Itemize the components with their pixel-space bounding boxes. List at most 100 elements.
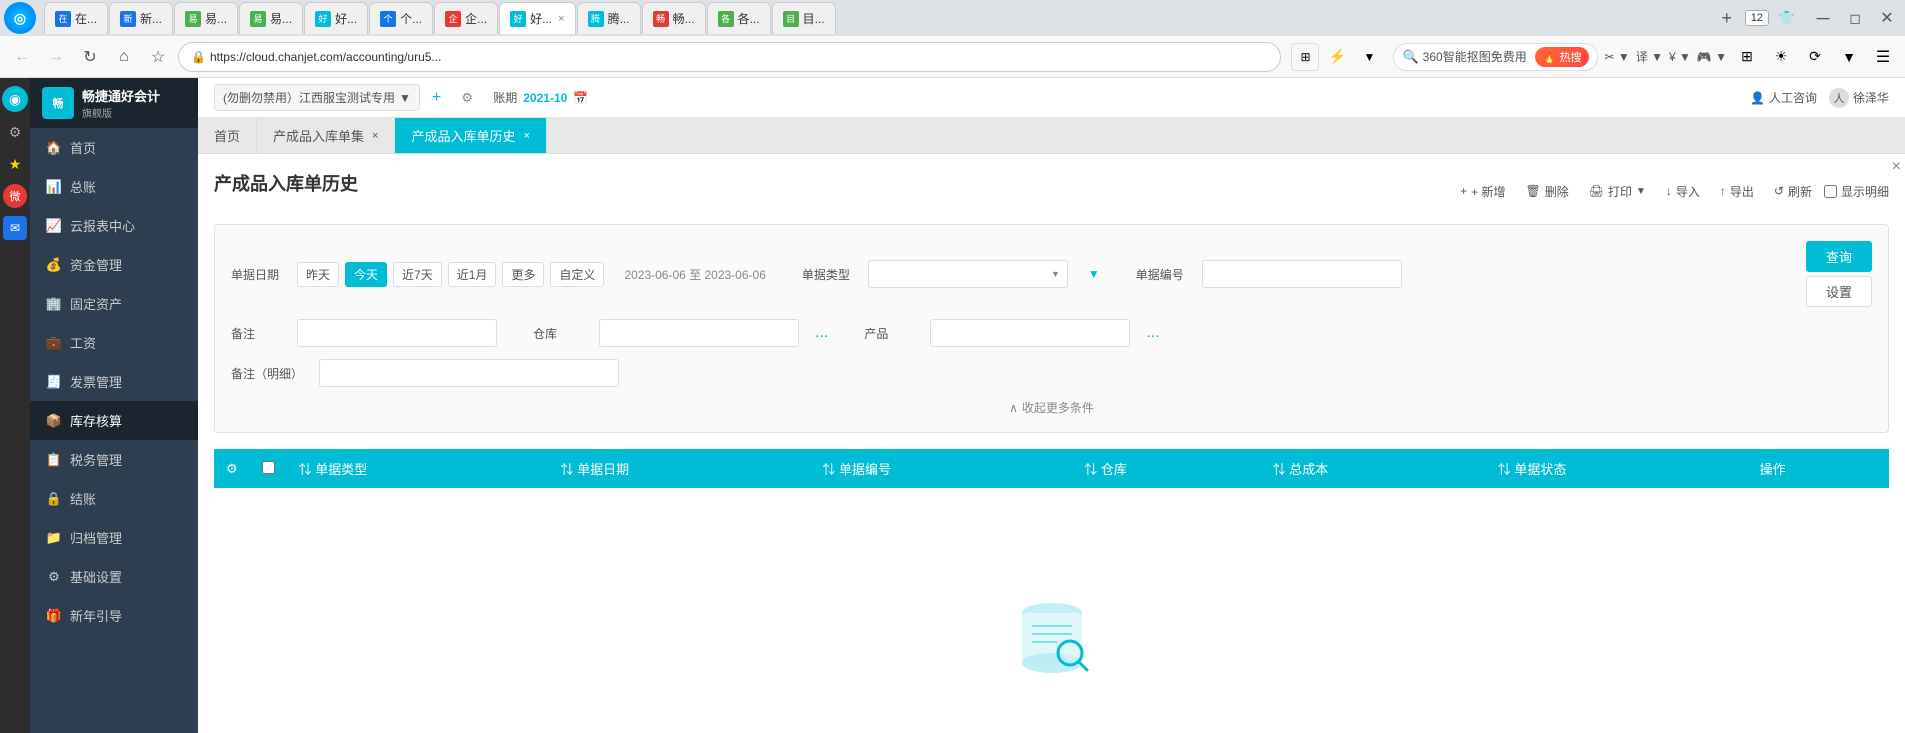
lightning-icon[interactable]: ⚡ [1323,43,1351,71]
topbar-settings-icon[interactable]: ⚙ [453,84,481,112]
browser-tab-3[interactable]: 易 易... [174,2,238,34]
browser-tab-1[interactable]: 在 在... [44,2,108,34]
table-col-checkbox[interactable] [250,449,287,488]
sidebar-item-invoice[interactable]: 🧾 发票管理 [30,362,198,401]
page-tab-history-close-icon[interactable]: × [523,130,529,142]
sidebar-item-new-year[interactable]: 🎁 新年引导 [30,596,198,635]
sidebar-item-archive[interactable]: 📁 归档管理 [30,518,198,557]
forward-button[interactable]: → [42,43,70,71]
table-col-total-cost[interactable]: ⇅ 总成本 [1261,449,1486,488]
browser-tab-11[interactable]: 各 各... [707,2,771,34]
warehouse-ellipsis[interactable]: ... [815,324,828,342]
filter-settings-button[interactable]: 设置 [1806,276,1872,307]
maximize-button[interactable]: ◻ [1841,4,1869,32]
browser-tab-12[interactable]: 目 目... [772,2,836,34]
date-btn-7days[interactable]: 近7天 [393,262,442,287]
more-tool[interactable]: ▼ [1835,43,1863,71]
export-button[interactable]: ↑ 导出 [1712,179,1762,204]
browser-tab-10[interactable]: 畅 畅... [642,2,706,34]
select-all-checkbox[interactable] [262,461,275,474]
translate-tool[interactable]: 译 ▼ [1636,48,1663,65]
hot-search-badge[interactable]: 🔥 热搜 [1535,47,1590,67]
new-tab-button[interactable]: + [1713,4,1741,32]
panel-close-button[interactable]: × [1892,158,1901,176]
sidebar-item-reports[interactable]: 📈 云报表中心 [30,206,198,245]
menu-tool[interactable]: ☰ [1869,43,1897,71]
layout-tool[interactable]: ⊞ [1733,43,1761,71]
sidebar-item-closing[interactable]: 🔒 结账 [30,479,198,518]
page-tab-list-close-icon[interactable]: × [372,130,378,142]
sidebar-item-basic-settings[interactable]: ⚙ 基础设置 [30,557,198,596]
sidebar-weibo-icon[interactable]: 微 [3,184,27,208]
note-input[interactable] [297,319,497,347]
sidebar-item-home[interactable]: 🏠 首页 [30,128,198,167]
sidebar-item-tax[interactable]: 📋 税务管理 [30,440,198,479]
date-btn-today[interactable]: 今天 [345,262,387,287]
sidebar-item-salary[interactable]: 💼 工资 [30,323,198,362]
date-btn-custom[interactable]: 自定义 [550,262,604,287]
product-input[interactable] [930,319,1130,347]
date-btn-1month[interactable]: 近1月 [448,262,497,287]
print-button[interactable]: 🖨 打印 ▼ [1581,179,1654,204]
scissors-tool[interactable]: ✂ ▼ [1604,50,1629,64]
address-bar[interactable]: 🔒 https://cloud.chanjet.com/accounting/u… [178,42,1281,72]
add-button[interactable]: + + 新增 [1452,179,1513,204]
calendar-icon[interactable]: 📅 [573,91,588,105]
sidebar-item-inventory[interactable]: 📦 库存核算 [30,401,198,440]
page-tab-home[interactable]: 首页 [198,118,257,153]
sidebar-star-icon[interactable]: ★ [3,152,27,176]
table-col-doc-no[interactable]: ⇅ 单据编号 [810,449,1072,488]
close-button[interactable]: ✕ [1873,4,1901,32]
sidebar-settings-icon[interactable]: ⚙ [3,120,27,144]
table-col-doc-type[interactable]: ⇅ 单据类型 [287,449,549,488]
game-tool[interactable]: 🎮 ▼ [1697,50,1727,64]
sidebar-item-assets[interactable]: 🏢 固定资产 [30,284,198,323]
page-tab-list[interactable]: 产成品入库单集 × [257,118,395,153]
doc-type-select[interactable] [868,260,1068,288]
date-btn-yesterday[interactable]: 昨天 [297,262,339,287]
collapse-button[interactable]: ∧ 收起更多条件 [231,399,1872,416]
doc-no-input[interactable] [1202,260,1402,288]
import-button[interactable]: ↓ 导入 [1658,179,1708,204]
sidebar-mail-icon[interactable]: ✉ [3,216,27,240]
display-detail-checkbox[interactable] [1824,185,1837,198]
sync-tool[interactable]: ⟳ [1801,43,1829,71]
tab8-close-icon[interactable]: × [558,13,564,25]
table-col-gear[interactable]: ⚙ [214,449,250,488]
table-col-warehouse[interactable]: ⇅ 仓库 [1072,449,1260,488]
minimize-button[interactable]: ─ [1809,4,1837,32]
dropdown-arrow-icon[interactable]: ▼ [1355,43,1383,71]
page-tab-history[interactable]: 产成品入库单历史 × [395,118,546,153]
search-bar[interactable]: 🔍 360智能抠图免费用 🔥 热搜 [1393,43,1598,71]
service-button[interactable]: 👤 人工咨询 [1750,89,1817,106]
browser-tab-5[interactable]: 好 好... [304,2,368,34]
browser-tab-7[interactable]: 企 企... [434,2,498,34]
sidebar-item-ledger[interactable]: 📊 总账 [30,167,198,206]
browser-extra-icon[interactable]: 👕 [1773,4,1801,32]
back-button[interactable]: ← [8,43,36,71]
doc-type-dropdown-icon[interactable]: ▼ [1088,267,1100,281]
display-detail-toggle[interactable]: 显示明细 [1824,183,1889,200]
currency-tool[interactable]: ¥ ▼ [1669,50,1691,64]
add-company-btn[interactable]: + [432,89,441,107]
bookmark-button[interactable]: ☆ [144,43,172,71]
brightness-tool[interactable]: ☀ [1767,43,1795,71]
browser-tab-2[interactable]: 新 新... [109,2,173,34]
browser-tab-8[interactable]: 好 好... × [499,2,575,34]
query-button[interactable]: 查询 [1806,241,1872,272]
browser-tab-9[interactable]: 腾 腾... [577,2,641,34]
user-profile[interactable]: 人 徐泽华 [1829,88,1889,108]
home-button[interactable]: ⌂ [110,43,138,71]
app-logo-icon[interactable]: ◉ [2,86,28,112]
sidebar-item-funds[interactable]: 💰 资金管理 [30,245,198,284]
date-btn-more[interactable]: 更多 [502,262,544,287]
refresh-button[interactable]: ↻ [76,43,104,71]
table-col-doc-status[interactable]: ⇅ 单据状态 [1486,449,1748,488]
delete-button[interactable]: 🗑 删除 [1517,179,1576,204]
note-detail-input[interactable] [319,359,619,387]
refresh-page-button[interactable]: ↺ 刷新 [1766,179,1820,204]
company-selector[interactable]: (勿删勿禁用）江西服宝测试专用 ▼ [214,84,420,111]
table-col-doc-date[interactable]: ⇅ 单据日期 [549,449,811,488]
grid-icon[interactable]: ⊞ [1291,43,1319,71]
browser-tab-4[interactable]: 易 易... [239,2,303,34]
